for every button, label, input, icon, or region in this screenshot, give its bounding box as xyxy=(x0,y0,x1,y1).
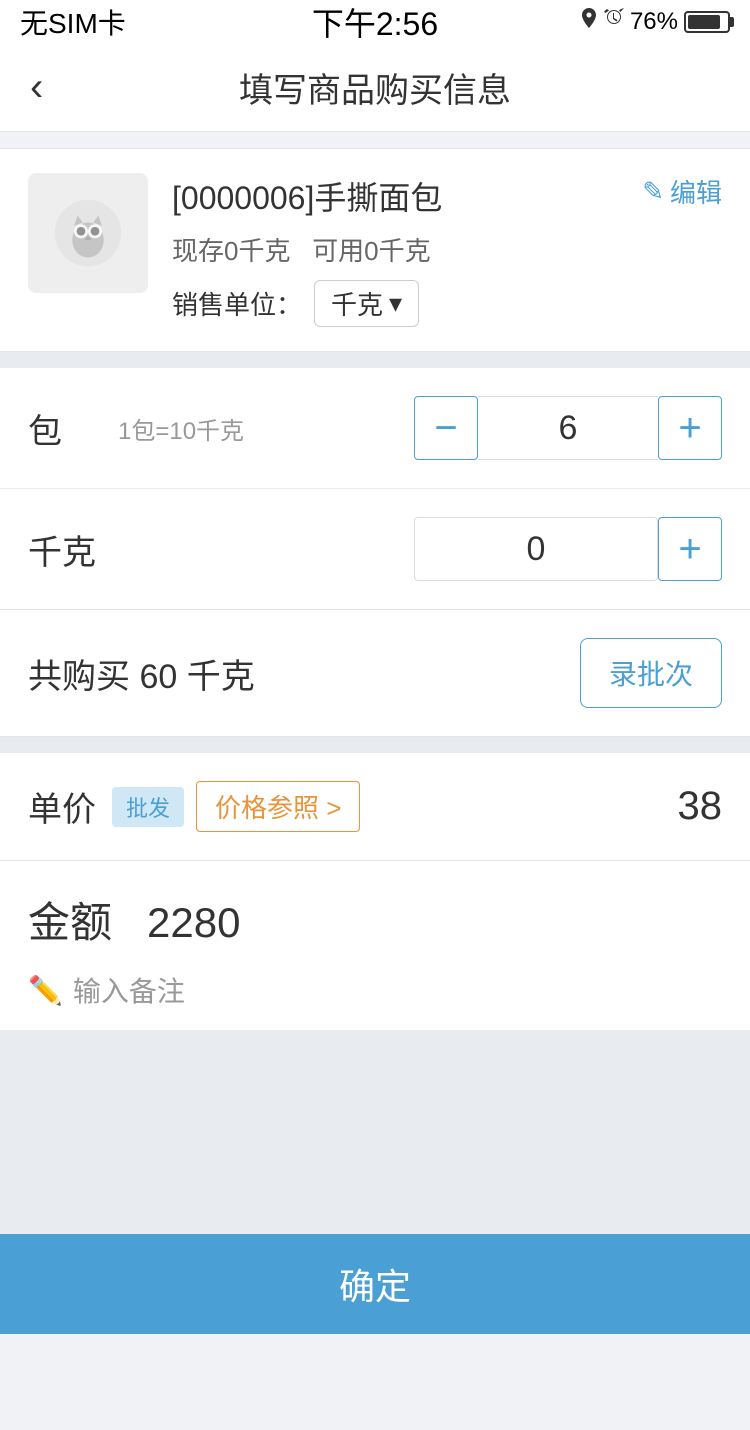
price-label: 单价 xyxy=(28,782,96,831)
carrier-label: 无SIM卡 xyxy=(20,2,126,42)
amount-value: 2280 xyxy=(147,899,240,946)
quantity-section: 包 1包=10千克 − + 千克 + xyxy=(0,368,750,610)
package-minus-button[interactable]: − xyxy=(414,396,478,460)
back-button[interactable]: ‹ xyxy=(20,55,53,120)
price-value: 38 xyxy=(678,784,723,829)
edit-button[interactable]: ✎ 编辑 xyxy=(642,173,722,210)
remark-placeholder: 输入备注 xyxy=(73,970,185,1010)
amount-section: 金额 2280 ✏️ 输入备注 xyxy=(0,861,750,1030)
status-time: 下午2:56 xyxy=(312,0,438,45)
nav-bar: ‹ 填写商品购买信息 xyxy=(0,44,750,132)
total-label: 共购买 60 千克 xyxy=(28,649,255,698)
price-type-badge: 批发 xyxy=(112,787,184,827)
total-row: 共购买 60 千克 录批次 xyxy=(0,610,750,737)
section-divider-2 xyxy=(0,737,750,753)
price-reference-button[interactable]: 价格参照 > xyxy=(196,781,360,832)
price-section: 单价 批发 价格参照 > 38 xyxy=(0,753,750,861)
unit-select[interactable]: 千克 ▾ xyxy=(314,280,419,327)
kg-label: 千克 xyxy=(28,525,108,574)
package-plus-button[interactable]: + xyxy=(658,396,722,460)
product-info: [0000006]手撕面包 现存0千克 可用0千克 销售单位： 千克 ▾ xyxy=(172,173,618,327)
package-qty-input[interactable] xyxy=(478,396,658,460)
status-bar: 无SIM卡 下午2:56 76% xyxy=(0,0,750,44)
battery-icon xyxy=(684,11,730,33)
package-sublabel: 1包=10千克 xyxy=(118,411,414,446)
available-label: 可用0千克 xyxy=(312,236,430,266)
location-icon xyxy=(580,8,598,37)
section-divider-1 xyxy=(0,352,750,368)
edit-icon: ✎ xyxy=(642,176,664,207)
chevron-down-icon: ▾ xyxy=(389,288,402,319)
stock-label: 现存0千克 xyxy=(172,236,290,266)
kg-qty-input[interactable] xyxy=(414,517,658,581)
product-thumbnail xyxy=(28,173,148,293)
alarm-icon xyxy=(604,8,624,37)
kg-quantity-row: 千克 + xyxy=(0,489,750,609)
amount-row: 金额 2280 xyxy=(28,889,722,950)
package-label: 包 xyxy=(28,404,108,453)
amount-label: 金额 xyxy=(28,899,112,946)
product-unit-row: 销售单位： 千克 ▾ xyxy=(172,280,618,327)
kg-plus-button[interactable]: + xyxy=(658,517,722,581)
confirm-button[interactable]: 确定 xyxy=(0,1234,750,1334)
pencil-icon: ✏️ xyxy=(28,974,63,1007)
unit-label: 销售单位： xyxy=(172,285,302,322)
kg-qty-control: + xyxy=(414,517,722,581)
package-quantity-row: 包 1包=10千克 − + xyxy=(0,368,750,489)
product-name: [0000006]手撕面包 xyxy=(172,173,618,219)
package-qty-control: − + xyxy=(414,396,722,460)
product-right: ✎ 编辑 xyxy=(642,173,722,210)
status-right: 76% xyxy=(580,8,730,37)
battery-percent: 76% xyxy=(630,8,678,36)
record-batch-button[interactable]: 录批次 xyxy=(580,638,722,708)
page-title: 填写商品购买信息 xyxy=(239,63,511,112)
product-stock: 现存0千克 可用0千克 xyxy=(172,231,618,268)
remark-row[interactable]: ✏️ 输入备注 xyxy=(28,970,722,1010)
product-card: [0000006]手撕面包 现存0千克 可用0千克 销售单位： 千克 ▾ ✎ 编… xyxy=(0,148,750,352)
status-left: 无SIM卡 xyxy=(20,2,134,42)
